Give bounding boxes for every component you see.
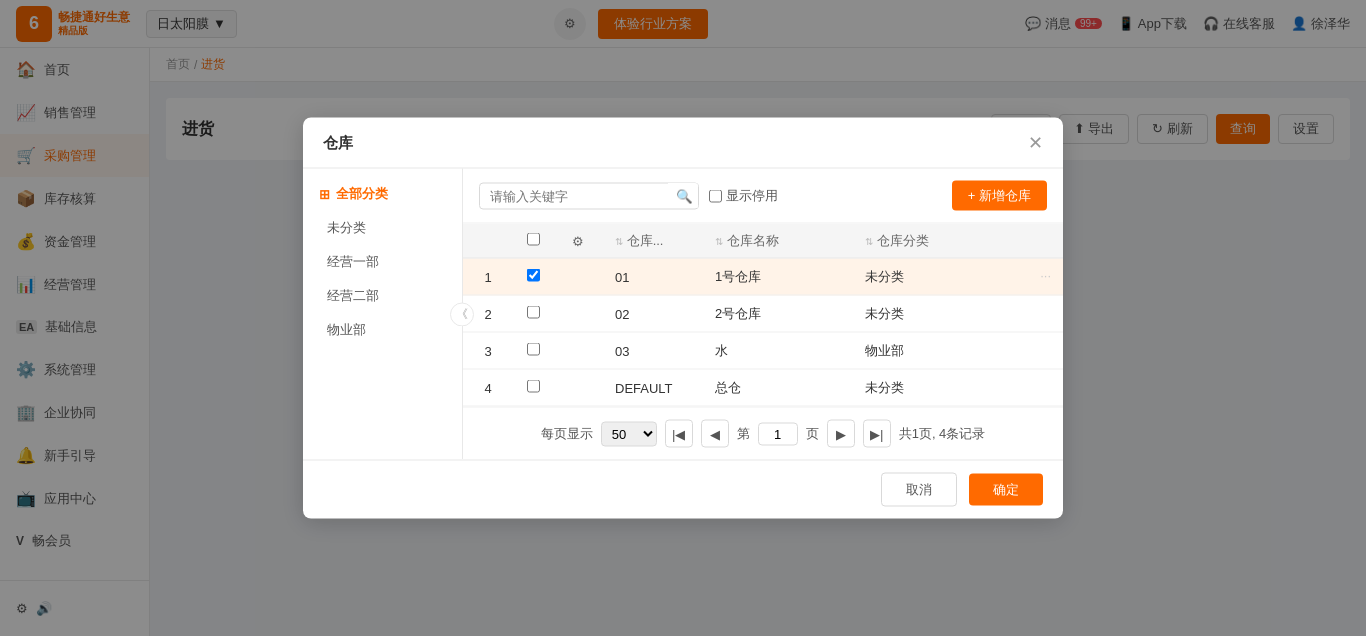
col-header-name: ⇅ 仓库名称 (703, 224, 853, 259)
cell-no: 3 (463, 332, 513, 369)
page-label: 页 (806, 425, 819, 443)
row-checkbox[interactable] (527, 343, 540, 356)
cell-type: 未分类··· (853, 258, 1063, 295)
row-checkbox[interactable] (527, 269, 540, 282)
cell-type: 物业部 (853, 332, 1063, 369)
category-collapse-btn[interactable]: 《 (450, 302, 474, 326)
show-disabled-checkbox[interactable] (709, 189, 722, 202)
search-input[interactable] (480, 183, 668, 208)
cell-no: 4 (463, 369, 513, 406)
cell-name: 总仓 (703, 369, 853, 406)
col-header-code: ⇅ 仓库... (603, 224, 703, 259)
cell-gear (553, 332, 603, 369)
row-checkbox[interactable] (527, 380, 540, 393)
table-row[interactable]: 3 03 水 物业部 (463, 332, 1063, 369)
show-disabled-label[interactable]: 显示停用 (709, 187, 778, 205)
category-grid-icon: ⊞ (319, 186, 330, 201)
row-checkbox[interactable] (527, 306, 540, 319)
cell-gear (553, 295, 603, 332)
page-chapter-label: 第 (737, 425, 750, 443)
category-panel: ⊞ 全部分类 未分类 经营一部 经营二部 物业部 《 (303, 169, 463, 460)
page-size-select[interactable]: 50 100 (601, 421, 657, 446)
select-all-checkbox[interactable] (527, 233, 540, 246)
cell-name: 1号仓库 (703, 258, 853, 295)
modal-footer: 取消 确定 (303, 460, 1063, 519)
col-header-no (463, 224, 513, 259)
cell-type: 未分类 (853, 295, 1063, 332)
next-page-btn[interactable]: ▶ (827, 420, 855, 448)
search-submit-btn[interactable]: 🔍 (668, 183, 699, 208)
last-page-btn[interactable]: ▶| (863, 420, 891, 448)
table-row[interactable]: 4 DEFAULT 总仓 未分类 (463, 369, 1063, 406)
page-number-input[interactable] (758, 422, 798, 445)
cell-name: 水 (703, 332, 853, 369)
content-panel: 🔍 显示停用 + 新增仓库 (463, 169, 1063, 460)
show-disabled-text: 显示停用 (726, 187, 778, 205)
name-sort-icon: ⇅ (715, 236, 723, 247)
col-header-check (513, 224, 553, 259)
warehouse-table: ⚙ ⇅ 仓库... ⇅ 仓库名称 ⇅ 仓库分类 (463, 224, 1063, 407)
category-all-label: 全部分类 (336, 185, 388, 203)
search-box: 🔍 (479, 182, 699, 209)
cell-gear (553, 258, 603, 295)
total-info: 共1页, 4条记录 (899, 425, 986, 443)
add-warehouse-btn[interactable]: + 新增仓库 (952, 181, 1047, 211)
modal-body: ⊞ 全部分类 未分类 经营一部 经营二部 物业部 《 🔍 显示停用 + 新增 (303, 169, 1063, 460)
modal-header: 仓库 ✕ (303, 118, 1063, 169)
cell-check[interactable] (513, 332, 553, 369)
type-sort-icon: ⇅ (865, 236, 873, 247)
modal-title: 仓库 (323, 133, 353, 152)
cell-code: 02 (603, 295, 703, 332)
category-item-3[interactable]: 物业部 (303, 313, 462, 347)
confirm-btn[interactable]: 确定 (969, 474, 1043, 506)
cell-check[interactable] (513, 295, 553, 332)
category-item-0[interactable]: 未分类 (303, 211, 462, 245)
code-sort-icon: ⇅ (615, 236, 623, 247)
warehouse-modal: 仓库 ✕ ⊞ 全部分类 未分类 经营一部 经营二部 物业部 《 🔍 (303, 118, 1063, 519)
col-header-gear: ⚙ (553, 224, 603, 259)
category-item-1[interactable]: 经营一部 (303, 245, 462, 279)
cell-check[interactable] (513, 369, 553, 406)
prev-page-btn[interactable]: ◀ (701, 420, 729, 448)
cell-gear (553, 369, 603, 406)
cell-no: 1 (463, 258, 513, 295)
category-item-2[interactable]: 经营二部 (303, 279, 462, 313)
table-row[interactable]: 2 02 2号仓库 未分类 (463, 295, 1063, 332)
modal-close-btn[interactable]: ✕ (1028, 132, 1043, 154)
cell-code: 03 (603, 332, 703, 369)
pagination: 每页显示 50 100 |◀ ◀ 第 页 ▶ ▶| 共1页, 4条记录 (463, 407, 1063, 460)
cell-code: 01 (603, 258, 703, 295)
col-header-type: ⇅ 仓库分类 (853, 224, 1063, 259)
cell-code: DEFAULT (603, 369, 703, 406)
cell-name: 2号仓库 (703, 295, 853, 332)
first-page-btn[interactable]: |◀ (665, 420, 693, 448)
cancel-btn[interactable]: 取消 (881, 473, 957, 507)
row-action-dots[interactable]: ··· (1040, 268, 1051, 283)
page-size-label: 每页显示 (541, 425, 593, 443)
table-row[interactable]: 1 01 1号仓库 未分类··· (463, 258, 1063, 295)
modal-toolbar: 🔍 显示停用 + 新增仓库 (463, 169, 1063, 224)
cell-type: 未分类 (853, 369, 1063, 406)
cell-check[interactable] (513, 258, 553, 295)
category-all-btn[interactable]: ⊞ 全部分类 (303, 177, 462, 211)
